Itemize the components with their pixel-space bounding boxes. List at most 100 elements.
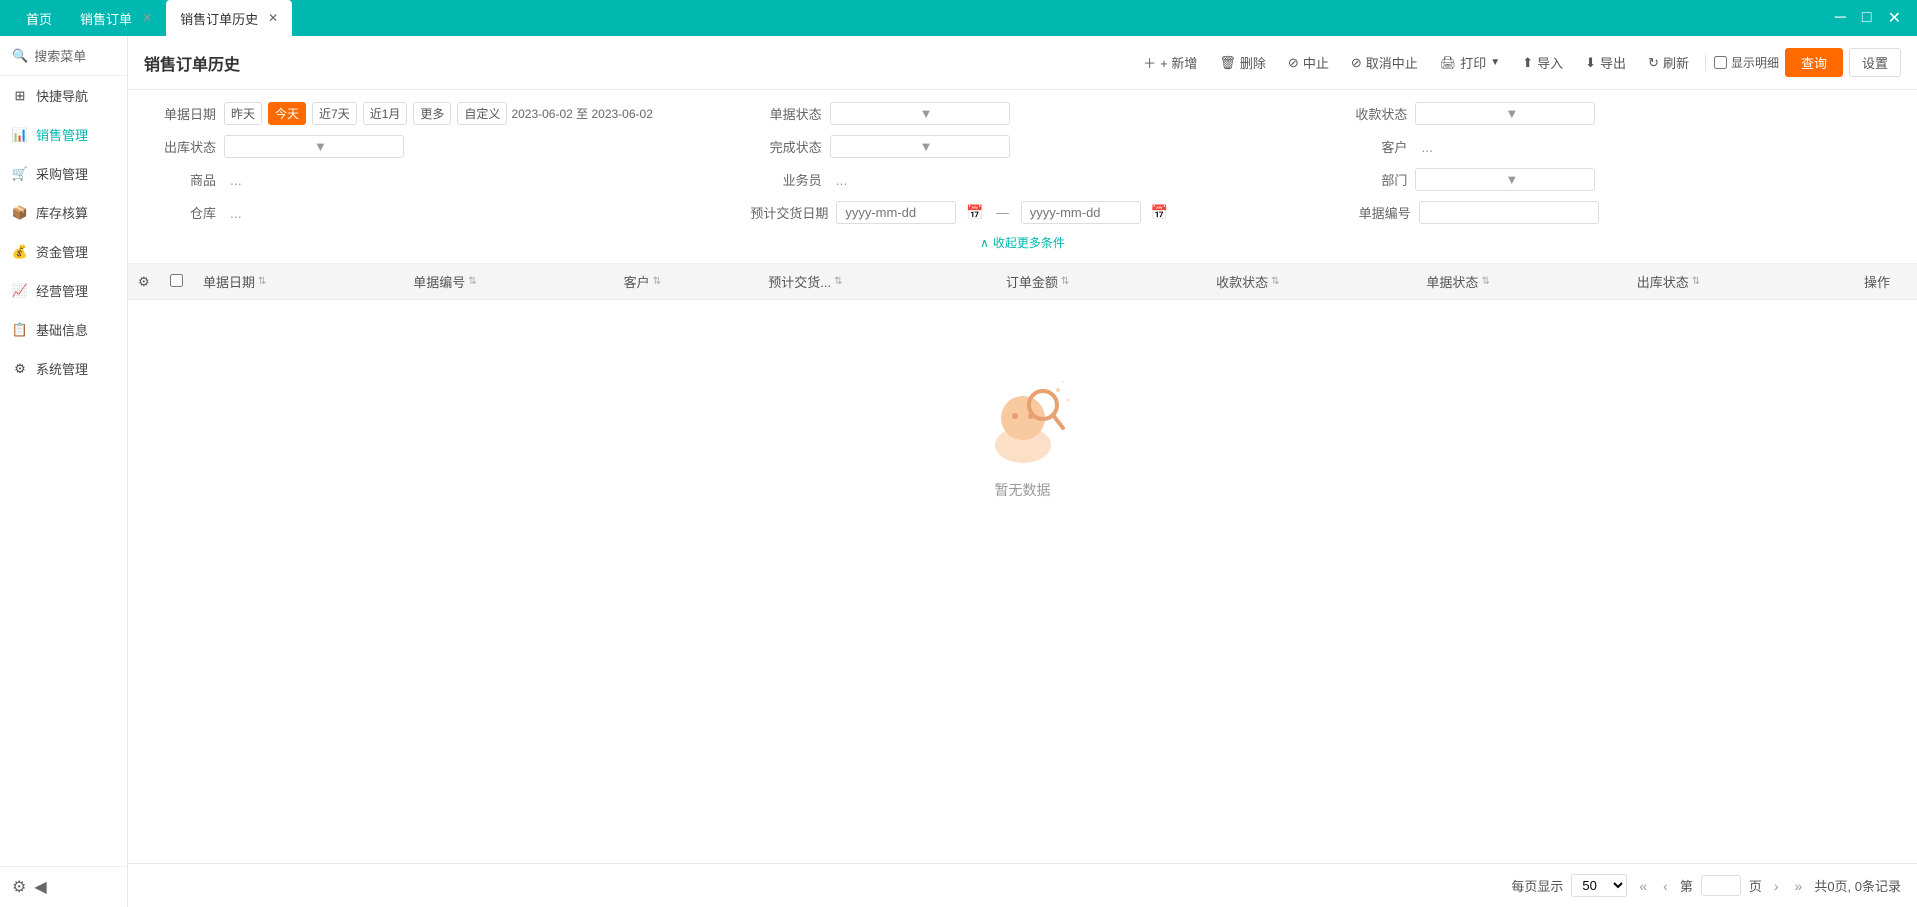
delivery-date-end-input[interactable] [1021, 201, 1141, 224]
delivery-date-start-calendar-icon[interactable]: 📅 [966, 204, 983, 221]
import-icon: ⬆ [1522, 55, 1533, 71]
tab-sales-order-history-close[interactable]: ✕ [268, 11, 278, 25]
th-customer[interactable]: 客户 ⇅ [614, 264, 759, 300]
th-bill-status[interactable]: 单据状态 ⇅ [1416, 264, 1626, 300]
select-all-checkbox[interactable] [170, 274, 183, 287]
delivery-date-start-input[interactable] [836, 201, 956, 224]
th-checkbox[interactable] [160, 264, 193, 300]
refresh-button[interactable]: ↻ 刷新 [1640, 49, 1697, 76]
out-status-label: 出库状态 [144, 137, 224, 156]
page-num-input[interactable]: 1 [1701, 875, 1741, 896]
win-close-button[interactable]: ✕ [1884, 8, 1905, 28]
bill-status-label: 单据状态 [750, 104, 830, 123]
warehouse-dots-button[interactable]: ... [224, 205, 248, 221]
data-table: ⚙ 单据日期 ⇅ 单据编号 ⇅ [128, 264, 1917, 560]
bill-no-input[interactable] [1419, 201, 1599, 224]
page-goto-prefix: 第 [1680, 876, 1693, 895]
new-button[interactable]: ＋ + 新增 [1135, 49, 1205, 76]
th-customer-label: 客户 [624, 272, 650, 291]
date-range: 昨天 今天 近7天 近1月 更多 自定义 [224, 102, 507, 125]
print-button[interactable]: 🖨 打印 ▼ [1432, 49, 1508, 76]
query-button[interactable]: 查询 [1785, 48, 1843, 77]
date-btn-more[interactable]: 更多 [413, 102, 451, 125]
sidebar-search[interactable]: 🔍 搜索菜单 [0, 36, 127, 76]
ops-mgmt-icon: 📈 [12, 283, 28, 299]
export-label: 导出 [1600, 53, 1626, 72]
product-dots-button[interactable]: ... [224, 172, 248, 188]
win-maximize-button[interactable]: □ [1858, 9, 1876, 27]
out-status-select[interactable]: ▼ [224, 135, 404, 158]
setting-button[interactable]: 设置 [1849, 48, 1901, 77]
tab-sales-order-history[interactable]: 销售订单历史 ✕ [166, 0, 292, 36]
th-bill-status-label: 单据状态 [1426, 272, 1478, 291]
page-size-label: 每页显示 [1511, 876, 1563, 895]
date-btn-yesterday[interactable]: 昨天 [224, 102, 262, 125]
dept-select[interactable]: ▼ [1415, 168, 1595, 191]
th-delivery[interactable]: 预计交货... ⇅ [758, 264, 996, 300]
complete-status-arrow-icon: ▼ [920, 139, 1001, 154]
sidebar-item-capital-mgmt[interactable]: 💰 资金管理 [0, 232, 127, 271]
bill-status-select[interactable]: ▼ [830, 102, 1010, 125]
delete-button[interactable]: 🗑 删除 [1211, 49, 1274, 76]
th-no[interactable]: 单据编号 ⇅ [403, 264, 613, 300]
sidebar-item-inventory-calc-label: 库存核算 [36, 203, 88, 222]
first-page-button[interactable]: « [1635, 876, 1651, 896]
inventory-calc-icon: 📦 [12, 205, 28, 221]
stop-button[interactable]: ⊘ 中止 [1280, 49, 1337, 76]
sidebar-item-base-info[interactable]: 📋 基础信息 [0, 310, 127, 349]
delivery-date-end-calendar-icon[interactable]: 📅 [1151, 204, 1168, 221]
page-header: 销售订单历史 ＋ + 新增 🗑 删除 ⊘ 中止 ⊘ 取消中止 [128, 36, 1917, 90]
show-detail-text: 显示明细 [1731, 54, 1779, 71]
next-page-button[interactable]: › [1770, 876, 1783, 896]
toolbar: ＋ + 新增 🗑 删除 ⊘ 中止 ⊘ 取消中止 🖨 打印 [1135, 48, 1901, 77]
receipt-status-select[interactable]: ▼ [1415, 102, 1595, 125]
date-btn-7days[interactable]: 近7天 [312, 102, 357, 125]
main-layout: 🔍 搜索菜单 ⊞ 快捷导航 📊 销售管理 🛒 采购管理 📦 库存核算 💰 资金管… [0, 36, 1917, 907]
import-button[interactable]: ⬆ 导入 [1514, 49, 1571, 76]
salesperson-dots-button[interactable]: ... [830, 172, 854, 188]
prev-page-button[interactable]: ‹ [1659, 876, 1672, 896]
date-label: 单据日期 [144, 104, 224, 123]
th-gear[interactable]: ⚙ [128, 264, 160, 300]
date-btn-custom[interactable]: 自定义 [457, 102, 507, 125]
th-delivery-label: 预计交货... [768, 272, 831, 291]
sidebar-item-ops-mgmt[interactable]: 📈 经营管理 [0, 271, 127, 310]
tab-sales-order[interactable]: 销售订单 ✕ [66, 0, 166, 36]
th-out-status[interactable]: 出库状态 ⇅ [1627, 264, 1837, 300]
date-btn-1month[interactable]: 近1月 [363, 102, 408, 125]
empty-text: 暂无数据 [995, 480, 1051, 500]
bill-no-label: 单据编号 [1339, 203, 1419, 222]
sidebar-item-sys-mgmt[interactable]: ⚙ 系统管理 [0, 349, 127, 388]
print-icon: 🖨 [1440, 55, 1457, 71]
collapse-button[interactable]: ∧ 收起更多条件 [144, 234, 1901, 251]
search-icon: 🔍 [12, 48, 28, 64]
date-btn-today[interactable]: 今天 [268, 102, 306, 125]
tab-home[interactable]: 首页 [12, 0, 66, 36]
show-detail-checkbox[interactable] [1714, 56, 1727, 69]
tab-sales-order-close[interactable]: ✕ [142, 11, 152, 25]
show-detail-label[interactable]: 显示明细 [1714, 54, 1779, 71]
customer-dots-button[interactable]: ... [1415, 139, 1439, 155]
page-size-select[interactable]: 50 10 20 100 [1571, 874, 1627, 897]
export-button[interactable]: ⬇ 导出 [1577, 49, 1634, 76]
th-receipt-status[interactable]: 收款状态 ⇅ [1206, 264, 1416, 300]
th-action-label: 操作 [1864, 275, 1890, 290]
win-minimize-button[interactable]: ─ [1831, 9, 1850, 27]
filter-row-1: 单据日期 昨天 今天 近7天 近1月 更多 自定义 2023-06-02 至 2… [144, 102, 1901, 125]
sidebar-item-sales-mgmt[interactable]: 📊 销售管理 [0, 115, 127, 154]
sidebar-item-inventory-calc[interactable]: 📦 库存核算 [0, 193, 127, 232]
th-amount[interactable]: 订单金额 ⇅ [996, 264, 1206, 300]
sidebar-item-quick-nav[interactable]: ⊞ 快捷导航 [0, 76, 127, 115]
stop-icon: ⊘ [1288, 55, 1299, 71]
complete-status-select[interactable]: ▼ [830, 135, 1010, 158]
sidebar-item-purchase-mgmt[interactable]: 🛒 采购管理 [0, 154, 127, 193]
last-page-button[interactable]: » [1791, 876, 1807, 896]
collapse-up-icon: ∧ [980, 236, 989, 250]
sidebar-collapse-button[interactable]: ◀ [34, 877, 46, 897]
cancel-stop-button[interactable]: ⊘ 取消中止 [1343, 49, 1426, 76]
sidebar-item-base-info-label: 基础信息 [36, 320, 88, 339]
th-date[interactable]: 单据日期 ⇅ [193, 264, 403, 300]
sidebar-settings-button[interactable]: ⚙ [12, 877, 26, 897]
filter-row-3: 商品 ... 业务员 ... 部门 ▼ [144, 168, 1901, 191]
bill-status-control: ▼ [830, 102, 1316, 125]
